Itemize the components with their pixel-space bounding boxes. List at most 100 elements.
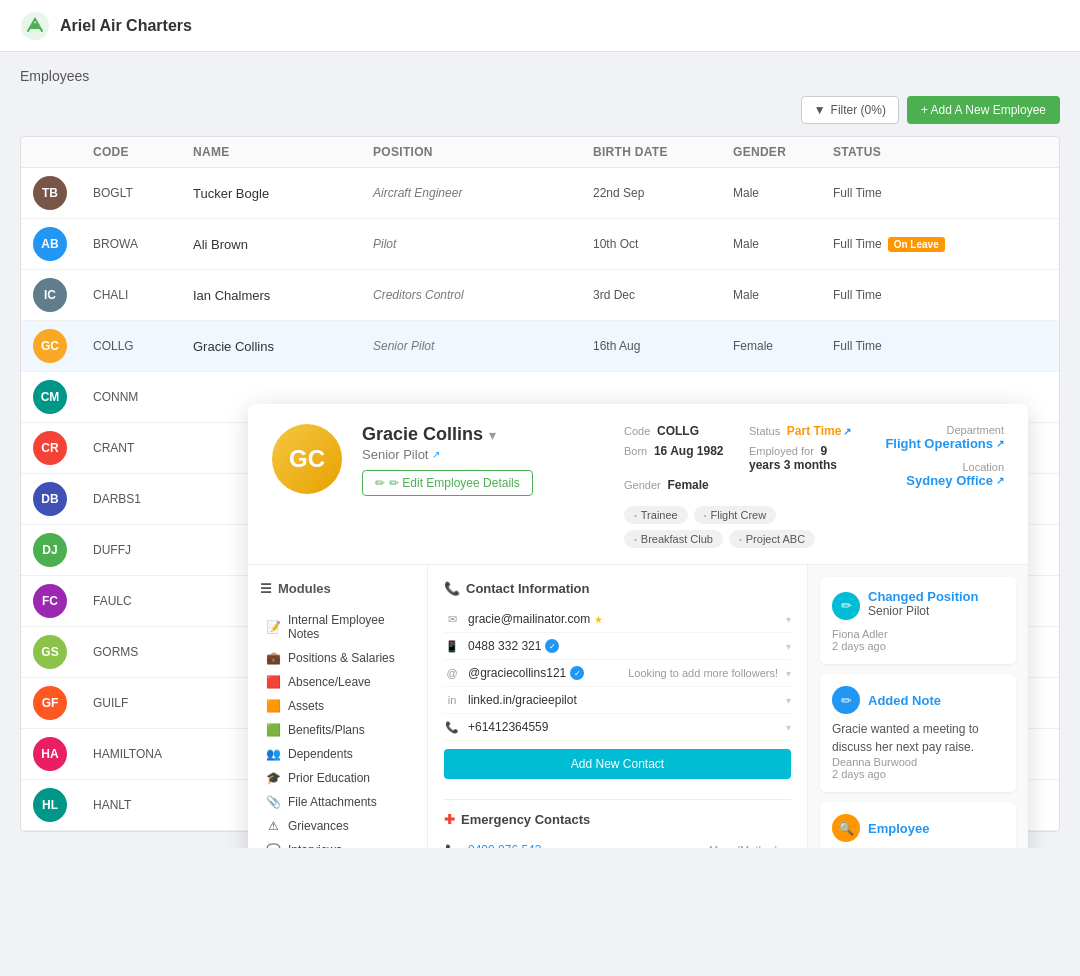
add-employee-button[interactable]: + Add A New Employee bbox=[907, 96, 1060, 124]
contact-value[interactable]: gracie@mailinator.com ★ bbox=[468, 612, 778, 626]
module-label: Interviews bbox=[288, 843, 342, 848]
employee-code: BOGLT bbox=[93, 186, 193, 200]
verified-icon: ✓ bbox=[570, 666, 584, 680]
contact-type-icon: 📱 bbox=[444, 640, 460, 653]
employee-position: Aircraft Engineer bbox=[373, 186, 593, 200]
dropdown-arrow-icon[interactable]: ▾ bbox=[489, 427, 496, 443]
modules-grid-icon: ☰ bbox=[260, 581, 272, 596]
location-link[interactable]: Sydney Office ↗ bbox=[874, 473, 1004, 488]
avatar: IC bbox=[33, 278, 67, 312]
module-item[interactable]: 📎 File Attachments bbox=[260, 790, 415, 814]
contact-type-icon: ✉ bbox=[444, 613, 460, 626]
contact-value[interactable]: @graciecollins121 ✓ bbox=[468, 666, 620, 680]
avatar-cell: AB bbox=[33, 227, 93, 261]
avatar-cell: DB bbox=[33, 482, 93, 516]
department-link[interactable]: Flight Operations ↗ bbox=[874, 436, 1004, 451]
contact-row: ✉ gracie@mailinator.com ★ ▾ bbox=[444, 606, 791, 633]
avatar-cell: GC bbox=[33, 329, 93, 363]
avatar-cell: FC bbox=[33, 584, 93, 618]
table-row[interactable]: GC COLLG Gracie Collins Senior Pilot 16t… bbox=[21, 321, 1059, 372]
activity-time: 2 days ago bbox=[832, 768, 886, 780]
contact-value[interactable]: +61412364559 bbox=[468, 720, 778, 734]
contact-row: 📞 +61412364559 ▾ bbox=[444, 714, 791, 741]
activity-meta: Fiona Adler 2 days ago bbox=[832, 628, 1004, 652]
code-value: COLLG bbox=[657, 424, 699, 438]
activity-body: Gracie wanted a meeting to discuss her n… bbox=[832, 720, 1004, 756]
contact-dropdown-icon[interactable]: ▾ bbox=[786, 641, 791, 652]
contact-dropdown-icon[interactable]: ▾ bbox=[786, 614, 791, 625]
col-name: Name bbox=[193, 145, 373, 159]
employee-avatar-large: GC bbox=[272, 424, 342, 494]
avatar: TB bbox=[33, 176, 67, 210]
module-icon: 💼 bbox=[266, 651, 280, 665]
employee-name-cell: Ian Chalmers bbox=[193, 288, 373, 303]
contact-dropdown-icon[interactable]: ▾ bbox=[786, 722, 791, 733]
filter-button[interactable]: ▼ Filter (0%) bbox=[801, 96, 899, 124]
avatar-cell: GF bbox=[33, 686, 93, 720]
employee-code: GUILF bbox=[93, 696, 193, 710]
module-item[interactable]: 💬 Interviews bbox=[260, 838, 415, 848]
avatar-cell: CR bbox=[33, 431, 93, 465]
employee-gender: Male bbox=[733, 186, 833, 200]
module-icon: 🟧 bbox=[266, 699, 280, 713]
avatar: AB bbox=[33, 227, 67, 261]
employee-birth: 22nd Sep bbox=[593, 186, 733, 200]
emergency-phone[interactable]: 0499 876 543 bbox=[468, 843, 701, 848]
emergency-contact-row: 📞 0499 876 543 Mary (Mother) ▾ bbox=[444, 837, 791, 848]
module-item[interactable]: 🟩 Benefits/Plans bbox=[260, 718, 415, 742]
employee-code: FAULC bbox=[93, 594, 193, 608]
module-label: Assets bbox=[288, 699, 324, 713]
role-link-icon[interactable]: ↗ bbox=[432, 449, 440, 460]
module-label: File Attachments bbox=[288, 795, 377, 809]
employee-tag: Flight Crew bbox=[694, 506, 776, 524]
avatar: DJ bbox=[33, 533, 67, 567]
table-row[interactable]: AB BROWA Ali Brown Pilot 10th Oct Male F… bbox=[21, 219, 1059, 270]
employee-code: BROWA bbox=[93, 237, 193, 251]
edit-employee-button[interactable]: ✏ ✏ Edit Employee Details bbox=[362, 470, 533, 496]
code-label: Code bbox=[624, 425, 650, 437]
activity-title: Added Note bbox=[868, 693, 941, 708]
table-row[interactable]: TB BOGLT Tucker Bogle Aircraft Engineer … bbox=[21, 168, 1059, 219]
module-item[interactable]: 🟧 Assets bbox=[260, 694, 415, 718]
contact-section-title: Contact Information bbox=[466, 581, 590, 596]
contact-dropdown-icon[interactable]: ▾ bbox=[786, 695, 791, 706]
contact-value[interactable]: 0488 332 321 ✓ bbox=[468, 639, 778, 653]
employee-code: DUFFJ bbox=[93, 543, 193, 557]
avatar: HL bbox=[33, 788, 67, 822]
employee-name-cell: Gracie Collins bbox=[193, 339, 373, 354]
module-item[interactable]: ⚠ Grievances bbox=[260, 814, 415, 838]
avatar-cell: IC bbox=[33, 278, 93, 312]
activity-time: 2 days ago bbox=[832, 640, 886, 652]
emergency-dropdown-icon[interactable]: ▾ bbox=[786, 845, 791, 849]
table-row[interactable]: IC CHALI Ian Chalmers Creditors Control … bbox=[21, 270, 1059, 321]
module-item[interactable]: 🎓 Prior Education bbox=[260, 766, 415, 790]
contact-row: 📱 0488 332 321 ✓ ▾ bbox=[444, 633, 791, 660]
verified-icon: ✓ bbox=[545, 639, 559, 653]
edit-icon: ✏ bbox=[375, 476, 385, 490]
contact-type-icon: 📞 bbox=[444, 721, 460, 734]
contact-dropdown-icon[interactable]: ▾ bbox=[786, 668, 791, 679]
star-icon: ★ bbox=[594, 614, 603, 625]
contact-type-icon: in bbox=[444, 694, 460, 706]
module-item[interactable]: 💼 Positions & Salaries bbox=[260, 646, 415, 670]
employee-position: Senior Pilot bbox=[373, 339, 593, 353]
module-label: Grievances bbox=[288, 819, 349, 833]
activity-meta: Deanna Burwood 2 days ago bbox=[832, 756, 1004, 780]
employee-tag: Breakfast Club bbox=[624, 530, 723, 548]
module-item[interactable]: 🟥 Absence/Leave bbox=[260, 670, 415, 694]
module-item[interactable]: 👥 Dependents bbox=[260, 742, 415, 766]
add-contact-button[interactable]: Add New Contact bbox=[444, 749, 791, 779]
status-part-time[interactable]: Part Time ↗ bbox=[787, 424, 851, 438]
contact-note: Looking to add more followers! bbox=[628, 667, 778, 679]
employee-status: Full Time On Leave bbox=[833, 237, 973, 252]
contact-value[interactable]: linked.in/gracieepilot bbox=[468, 693, 778, 707]
employee-status: Full Time bbox=[833, 339, 973, 353]
employee-position: Pilot bbox=[373, 237, 593, 251]
module-item[interactable]: 📝 Internal Employee Notes bbox=[260, 608, 415, 646]
module-label: Benefits/Plans bbox=[288, 723, 365, 737]
module-icon: ⚠ bbox=[266, 819, 280, 833]
avatar: FC bbox=[33, 584, 67, 618]
employee-birth: 10th Oct bbox=[593, 237, 733, 251]
employed-label: Employed for bbox=[749, 445, 814, 457]
module-label: Dependents bbox=[288, 747, 353, 761]
